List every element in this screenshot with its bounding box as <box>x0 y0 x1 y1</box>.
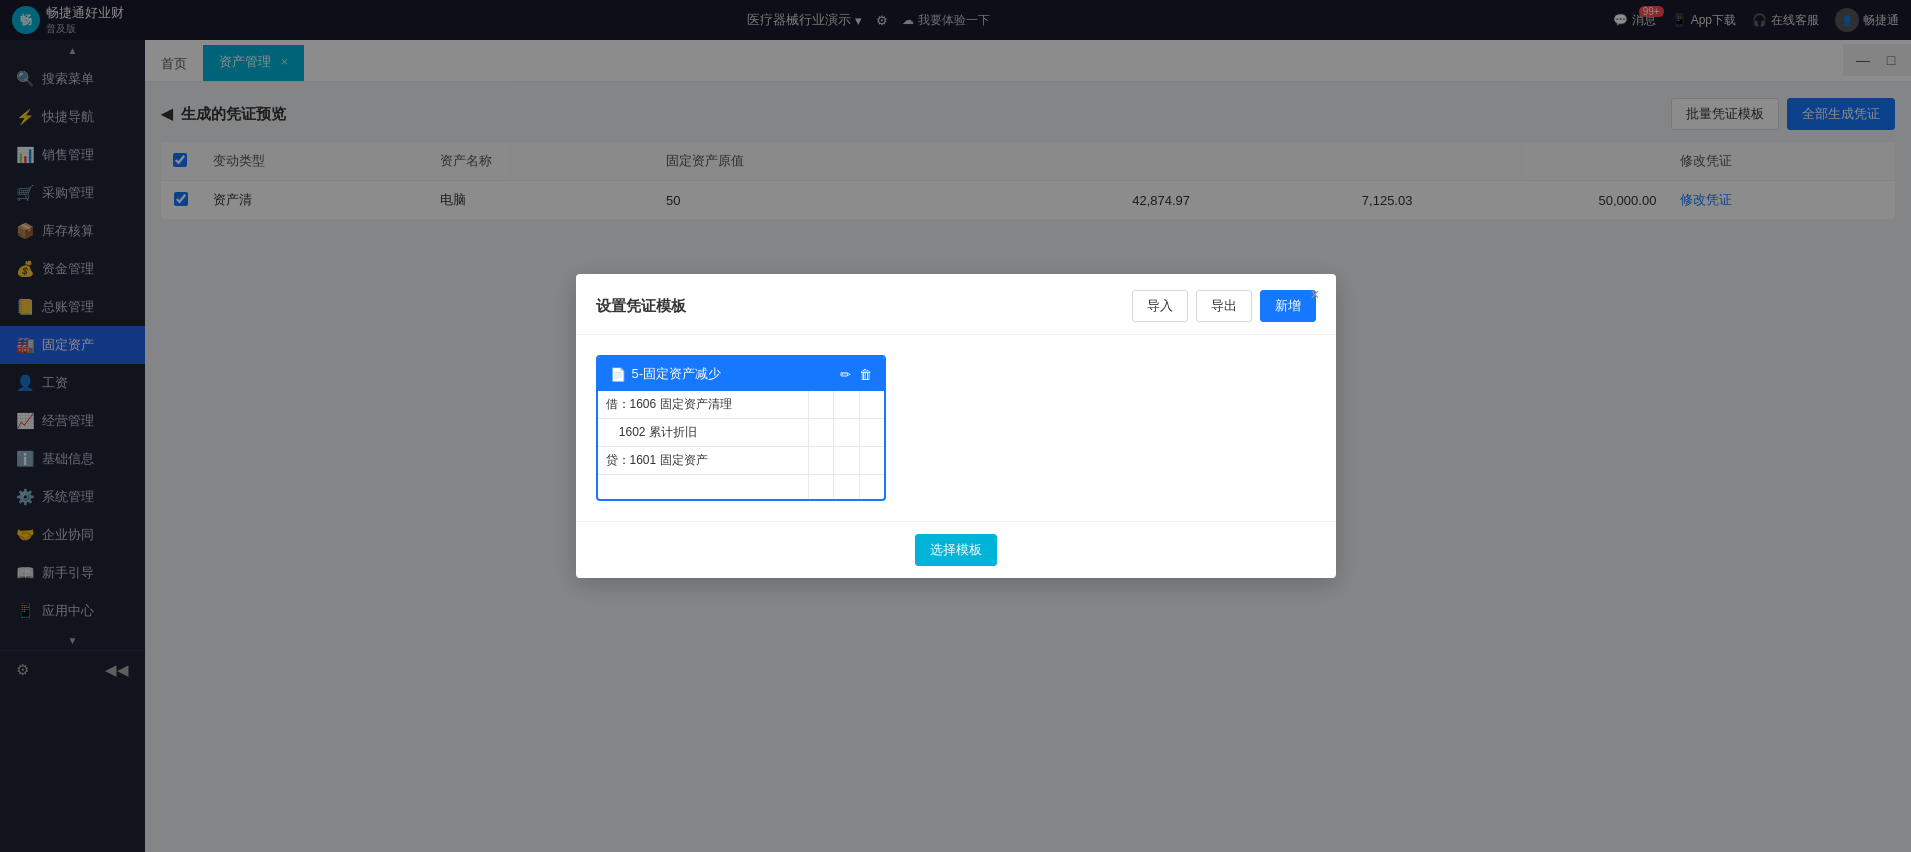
template-row <box>598 475 884 500</box>
new-template-button[interactable]: 新增 <box>1260 290 1316 322</box>
template-doc-icon: 📄 <box>610 367 626 382</box>
template-cell-2-4 <box>859 419 883 447</box>
template-cell-4-4 <box>859 475 883 500</box>
template-card-header-left: 📄 5-固定资产减少 <box>610 365 722 383</box>
template-entry-3: 贷：1601 固定资产 <box>598 447 809 475</box>
template-cell-4-2 <box>809 475 834 500</box>
template-cell-3-3 <box>834 447 859 475</box>
dialog-overlay: × 设置凭证模板 导入 导出 新增 <box>145 82 1911 852</box>
dialog-title: 设置凭证模板 <box>596 297 686 316</box>
dialog-close-button[interactable]: × <box>1310 286 1319 304</box>
template-entry-1: 借：1606 固定资产清理 <box>598 391 809 419</box>
template-cell-2-2 <box>809 419 834 447</box>
template-row: 借：1606 固定资产清理 <box>598 391 884 419</box>
template-entry-4 <box>598 475 809 500</box>
template-cell-1-2 <box>809 391 834 419</box>
import-button[interactable]: 导入 <box>1132 290 1188 322</box>
template-cell-3-4 <box>859 447 883 475</box>
template-cell-4-3 <box>834 475 859 500</box>
template-cell-1-4 <box>859 391 883 419</box>
template-card: 📄 5-固定资产减少 ✏ 🗑 <box>596 355 886 501</box>
export-button[interactable]: 导出 <box>1196 290 1252 322</box>
template-row: 贷：1601 固定资产 <box>598 447 884 475</box>
template-delete-icon[interactable]: 🗑 <box>859 367 872 382</box>
template-entries-table: 借：1606 固定资产清理 1602 累计折旧 <box>598 391 884 499</box>
select-template-button[interactable]: 选择模板 <box>915 534 997 566</box>
template-entry-2: 1602 累计折旧 <box>598 419 809 447</box>
template-cell-1-3 <box>834 391 859 419</box>
dialog-set-template: × 设置凭证模板 导入 导出 新增 <box>576 274 1336 578</box>
content-area: 首页 资产管理 × — □ ◀ 生成的凭证预览 <box>145 40 1911 852</box>
dialog-header-actions: 导入 导出 新增 <box>1132 290 1316 322</box>
template-card-header: 📄 5-固定资产减少 ✏ 🗑 <box>598 357 884 391</box>
main-container: ▲ 🔍 搜索菜单 ⚡ 快捷导航 📊 销售管理 🛒 采购管理 📦 库存核算 <box>0 40 1911 852</box>
template-row: 1602 累计折旧 <box>598 419 884 447</box>
dialog-footer: 选择模板 <box>576 521 1336 578</box>
template-edit-icon[interactable]: ✏ <box>840 367 851 382</box>
page-content: ◀ 生成的凭证预览 批量凭证模板 全部生成凭证 <box>145 82 1911 852</box>
dialog-body: 📄 5-固定资产减少 ✏ 🗑 <box>576 335 1336 521</box>
template-name: 5-固定资产减少 <box>632 365 722 383</box>
template-cell-3-2 <box>809 447 834 475</box>
dialog-header: 设置凭证模板 导入 导出 新增 <box>576 274 1336 335</box>
template-cell-2-3 <box>834 419 859 447</box>
template-card-actions: ✏ 🗑 <box>840 367 872 382</box>
